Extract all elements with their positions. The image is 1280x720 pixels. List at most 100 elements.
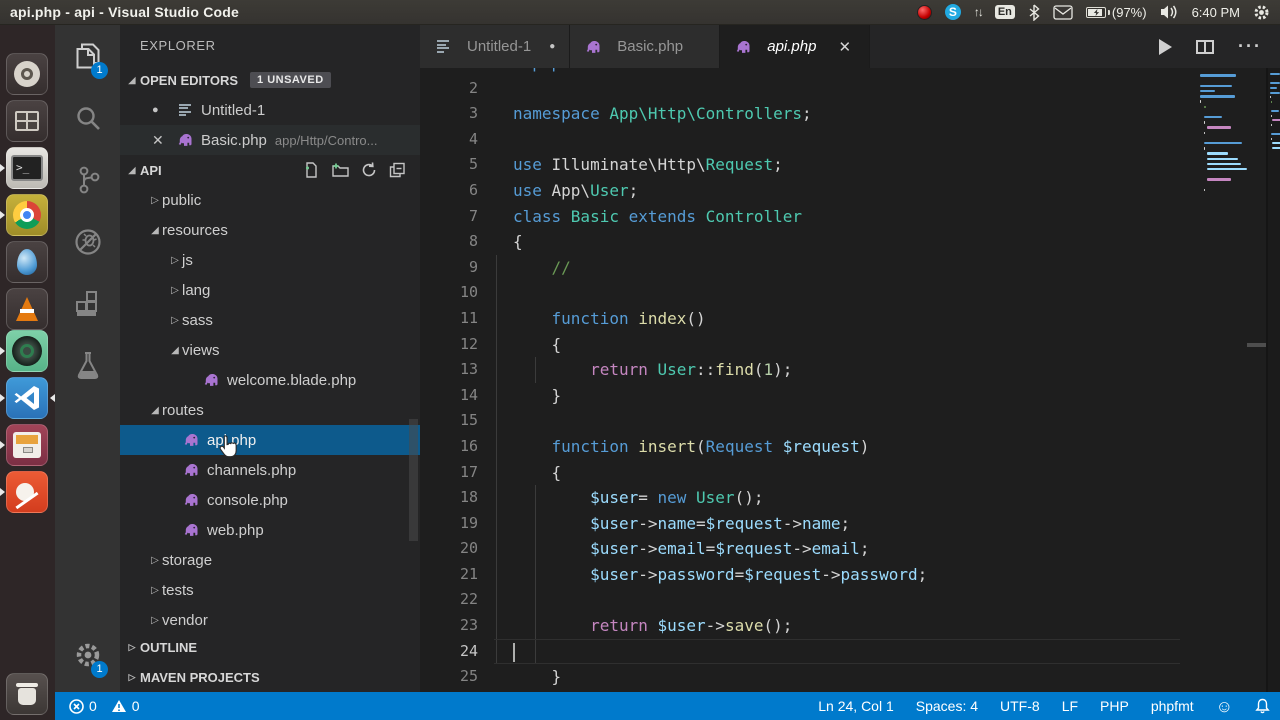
tree-item-lang[interactable]: ▷lang: [120, 275, 420, 305]
run-code-button[interactable]: [1159, 39, 1172, 55]
code-token: App\: [552, 181, 591, 200]
tab-bar: Untitled-1●Basic.phpapi.php✕ ···: [420, 25, 1280, 68]
line-content: //: [494, 255, 1180, 281]
recording-indicator-icon[interactable]: [917, 5, 932, 20]
formatter-status[interactable]: phpfmt: [1151, 698, 1194, 714]
language-mode[interactable]: PHP: [1100, 698, 1129, 714]
close-editor-icon[interactable]: ✕: [152, 132, 168, 149]
feedback-smiley-icon[interactable]: ☺: [1216, 698, 1233, 715]
indent-guide: [496, 640, 497, 664]
sidebar-scrollbar[interactable]: [409, 419, 418, 541]
vscode-icon[interactable]: [6, 377, 48, 419]
code-token: ->: [706, 616, 725, 635]
code-token: class: [513, 207, 571, 226]
indentation-setting[interactable]: Spaces: 4: [916, 698, 978, 714]
indent-guide: [496, 613, 497, 639]
warning-count[interactable]: 0: [111, 698, 140, 714]
tree-item-routes[interactable]: ◢routes: [120, 395, 420, 425]
activitybar-extensions-icon[interactable]: [55, 273, 120, 335]
code-token: =: [706, 539, 716, 558]
indent-guide: [496, 485, 497, 511]
tree-item-public[interactable]: ▷public: [120, 185, 420, 215]
encoding-setting[interactable]: UTF-8: [1000, 698, 1040, 714]
workspace-switcher-icon[interactable]: [6, 100, 48, 142]
line-number: 7: [420, 204, 478, 230]
clock[interactable]: 6:40 PM: [1192, 5, 1240, 20]
vscode-window: 11 EXPLORER ◢ OPEN EDITORS 1 UNSAVED ●Un…: [55, 25, 1280, 720]
cursor-position[interactable]: Ln 24, Col 1: [818, 698, 894, 714]
ubuntu-dash-icon[interactable]: [6, 53, 48, 95]
file-archiver-icon[interactable]: [6, 424, 48, 466]
close-tab-icon[interactable]: ✕: [838, 38, 851, 56]
tree-item-js[interactable]: ▷js: [120, 245, 420, 275]
open-editors-header[interactable]: ◢ OPEN EDITORS 1 UNSAVED: [120, 65, 420, 95]
window-title: api.php - api - Visual Studio Code: [10, 4, 239, 20]
tree-item-api-php[interactable]: api.php: [120, 425, 420, 455]
twistie-collapsed-icon: ▷: [124, 672, 140, 683]
session-gear-icon[interactable]: [1253, 4, 1270, 21]
activitybar-debug-icon[interactable]: [55, 211, 120, 273]
activitybar-explorer-icon[interactable]: 1: [55, 25, 120, 87]
line-content: $user->password=$request->password;: [494, 562, 1180, 588]
vlc-icon[interactable]: [6, 288, 48, 330]
open-editor-item[interactable]: ✕Basic.phpapp/Http/Contro...: [120, 125, 420, 155]
mail-icon[interactable]: [1053, 5, 1073, 20]
activitybar-test-beaker-icon[interactable]: [55, 335, 120, 397]
minimap-scroll-indicator[interactable]: [1247, 343, 1266, 347]
network-updown-icon[interactable]: ↑↓: [974, 5, 982, 19]
terminal-icon[interactable]: >_: [6, 147, 48, 189]
new-file-button[interactable]: [303, 162, 319, 178]
notifications-bell-icon[interactable]: [1255, 698, 1270, 714]
indent-guide: [535, 536, 536, 562]
line-content: [494, 127, 1180, 153]
split-editor-button[interactable]: [1196, 40, 1214, 54]
tab-api-php[interactable]: api.php✕: [720, 25, 870, 68]
more-actions-button[interactable]: ···: [1238, 36, 1262, 57]
skype-tray-icon[interactable]: S: [945, 4, 961, 20]
tree-item-sass[interactable]: ▷sass: [120, 305, 420, 335]
tree-item-channels-php[interactable]: channels.php: [120, 455, 420, 485]
indent-guide: [496, 511, 497, 537]
keyboard-layout-indicator[interactable]: En: [995, 5, 1015, 19]
chrome-icon[interactable]: [6, 194, 48, 236]
screen-recorder-icon[interactable]: [6, 330, 48, 372]
deluge-icon[interactable]: [6, 241, 48, 283]
code-token: ->: [821, 565, 840, 584]
tree-item-vendor[interactable]: ▷vendor: [120, 605, 420, 635]
refresh-button[interactable]: [361, 162, 377, 178]
tab-Basic-php[interactable]: Basic.php: [570, 25, 720, 68]
tree-item-resources[interactable]: ◢resources: [120, 215, 420, 245]
tree-item-storage[interactable]: ▷storage: [120, 545, 420, 575]
tree-item-views[interactable]: ◢views: [120, 335, 420, 365]
minimap[interactable]: [1196, 68, 1253, 692]
running-indicator-icon: [0, 211, 5, 219]
collapse-all-button[interactable]: [389, 162, 406, 178]
open-editor-item[interactable]: ●Untitled-1: [120, 95, 420, 125]
unity-launcher: >_: [0, 25, 55, 720]
line-number: 4: [420, 127, 478, 153]
trash-icon[interactable]: [6, 673, 48, 715]
postman-icon[interactable]: [6, 471, 48, 513]
tree-item-label: console.php: [207, 492, 288, 509]
section-maven-projects[interactable]: ▷MAVEN PROJECTS: [120, 662, 420, 692]
new-folder-button[interactable]: [331, 162, 349, 178]
code-editor[interactable]: 1<?php23namespace App\Http\Controllers;4…: [420, 68, 1280, 692]
eol-setting[interactable]: LF: [1062, 698, 1078, 714]
tab-Untitled-1[interactable]: Untitled-1●: [420, 25, 570, 68]
tree-item-welcome-blade-php[interactable]: welcome.blade.php: [120, 365, 420, 395]
activitybar-settings-gear-icon[interactable]: 1: [55, 624, 120, 686]
bluetooth-icon[interactable]: [1028, 4, 1040, 21]
project-section-header[interactable]: ◢ API: [120, 155, 420, 185]
tree-item-web-php[interactable]: web.php: [120, 515, 420, 545]
tree-item-tests[interactable]: ▷tests: [120, 575, 420, 605]
tree-item-console-php[interactable]: console.php: [120, 485, 420, 515]
code-token: $user: [513, 565, 638, 584]
activitybar-source-control-icon[interactable]: [55, 149, 120, 211]
section-outline[interactable]: ▷OUTLINE: [120, 632, 420, 662]
twistie-collapsed-icon: ▷: [148, 585, 162, 596]
code-token: extends: [629, 207, 706, 226]
activitybar-search-icon[interactable]: [55, 87, 120, 149]
error-count[interactable]: 0: [69, 698, 97, 714]
battery-indicator[interactable]: (97%): [1086, 5, 1147, 20]
volume-icon[interactable]: [1160, 4, 1179, 20]
